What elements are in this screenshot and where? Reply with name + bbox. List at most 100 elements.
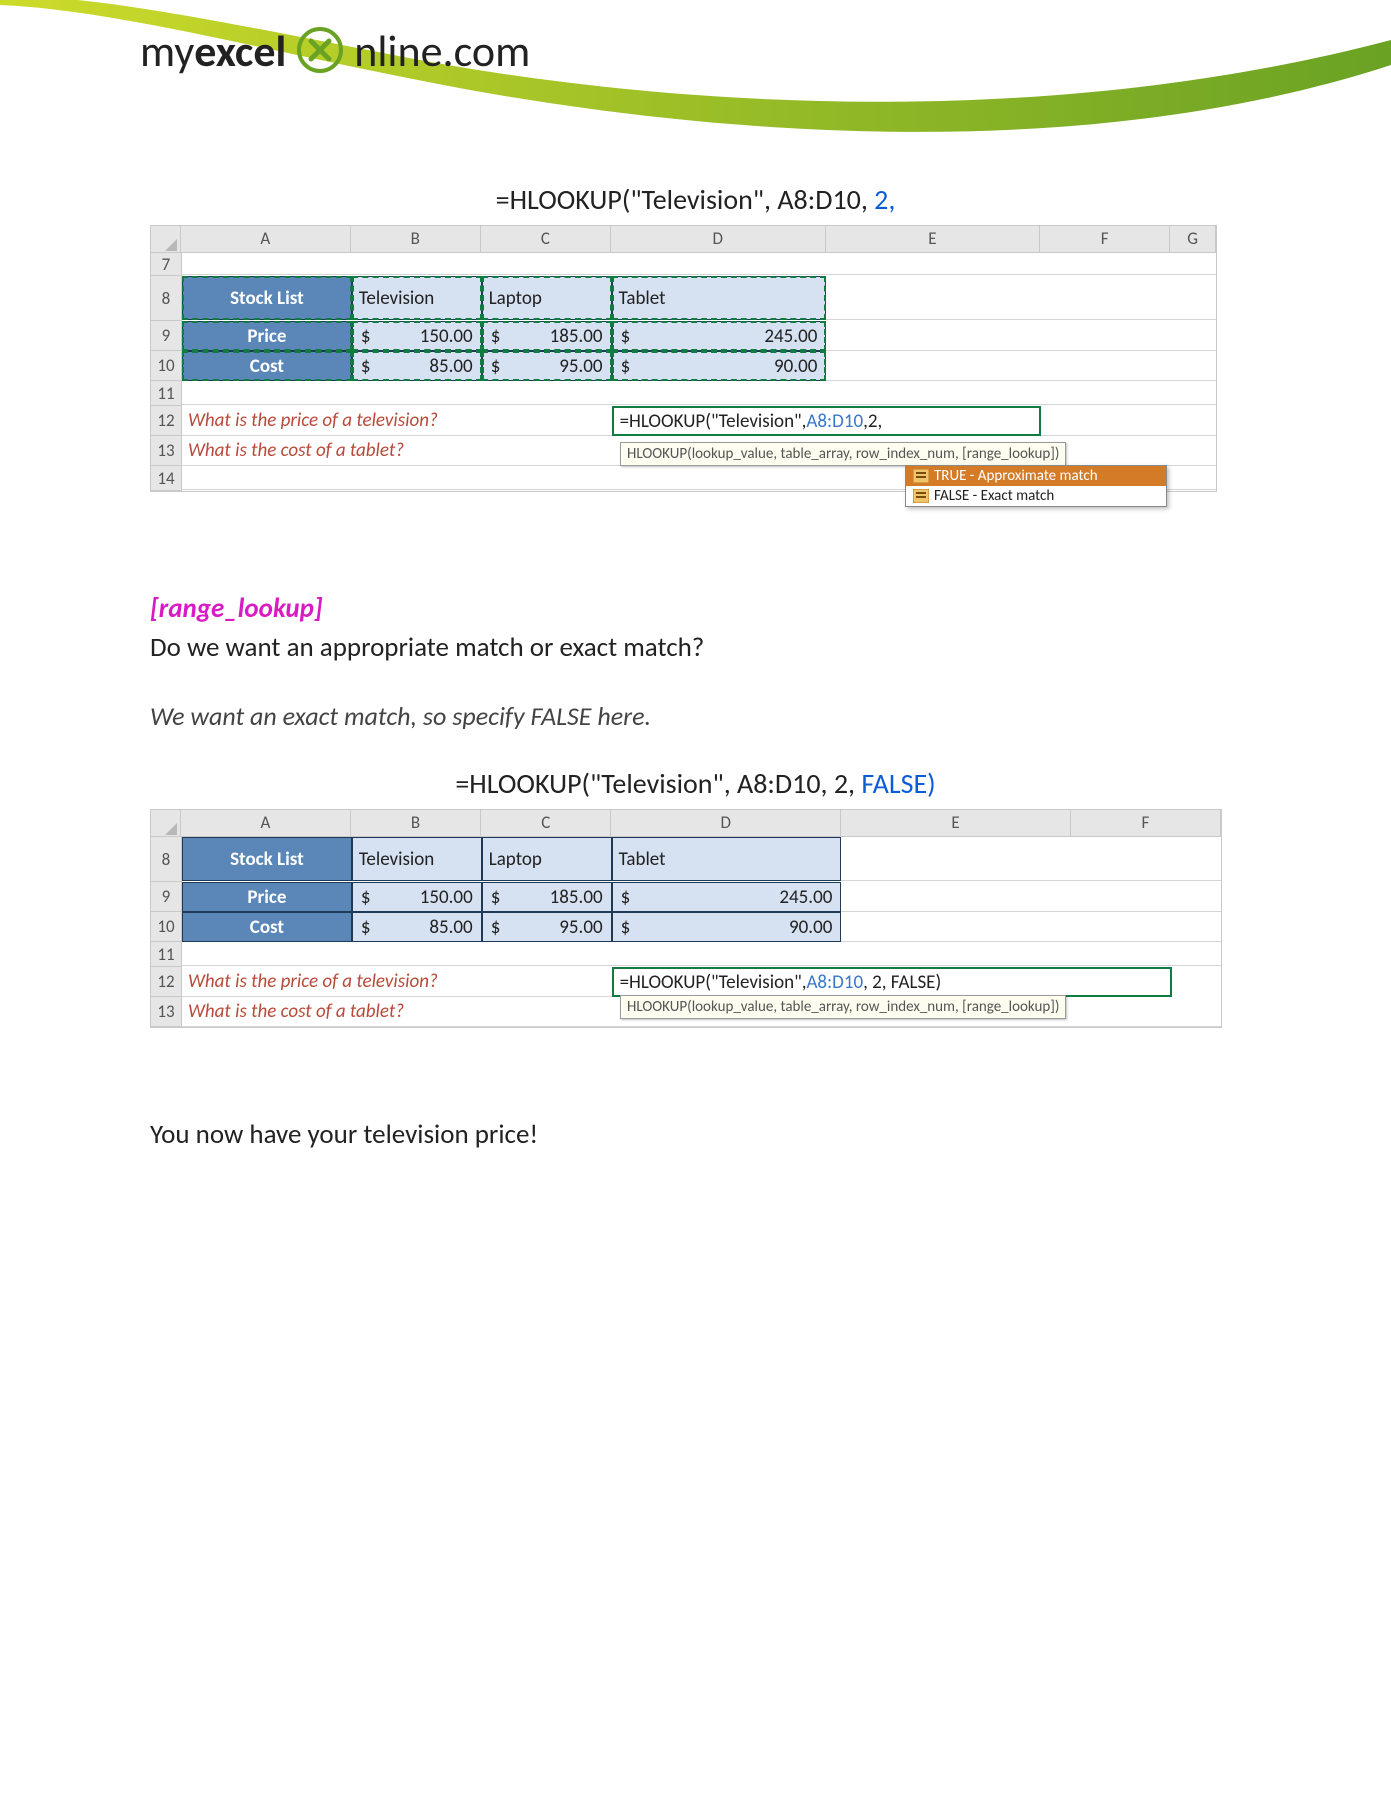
cell[interactable] (182, 942, 1221, 966)
col-D[interactable]: D (611, 810, 841, 836)
price-laptop[interactable]: $185.00 (482, 882, 612, 912)
col-E[interactable]: E (826, 226, 1041, 252)
question-1[interactable]: What is the price of a television? (182, 967, 612, 997)
cell[interactable] (841, 882, 1071, 912)
price-tablet[interactable]: $245.00 (612, 882, 842, 912)
cost-tv[interactable]: $85.00 (352, 912, 482, 942)
col-B[interactable]: B (351, 810, 481, 836)
question-2[interactable]: What is the cost of a tablet? (182, 997, 612, 1027)
cell[interactable] (1041, 321, 1171, 351)
cell[interactable] (1071, 882, 1221, 912)
cost-label[interactable]: Cost (182, 912, 352, 942)
row-9[interactable]: 9 (151, 882, 182, 912)
laptop-header[interactable]: Laptop (482, 837, 612, 881)
row-12[interactable]: 12 (151, 967, 182, 997)
select-all-corner[interactable] (151, 810, 181, 836)
cell[interactable] (1041, 406, 1216, 436)
cost-tv[interactable]: $85.00 (352, 351, 482, 381)
cell[interactable] (1041, 351, 1171, 381)
cell[interactable] (182, 253, 352, 275)
price-label[interactable]: Price (182, 321, 352, 351)
tv-header[interactable]: Television (352, 837, 482, 881)
autocomplete-dropdown[interactable]: TRUE - Approximate match FALSE - Exact m… (905, 465, 1167, 507)
option-icon (912, 488, 930, 504)
cell[interactable] (1171, 276, 1216, 320)
row-8[interactable]: 8 (151, 837, 182, 882)
cell[interactable] (182, 381, 352, 405)
cell[interactable] (1071, 912, 1221, 942)
cell[interactable] (826, 253, 1041, 275)
formula2-pre: =HLOOKUP("Television", A8:D10, 2, (455, 766, 861, 801)
select-all-corner[interactable] (151, 226, 181, 252)
cell[interactable] (612, 253, 827, 275)
cell[interactable] (1071, 837, 1221, 881)
price-laptop[interactable]: $185.00 (482, 321, 612, 351)
tv-header[interactable]: Television (352, 276, 482, 320)
row-13[interactable]: 13 (151, 997, 182, 1027)
cost-laptop[interactable]: $95.00 (482, 912, 612, 942)
cell[interactable] (1171, 351, 1216, 381)
row-11[interactable]: 11 (151, 942, 182, 967)
stock-list-header[interactable]: Stock List (182, 276, 352, 320)
function-tooltip: HLOOKUP(lookup_value, table_array, row_i… (620, 442, 1066, 466)
laptop-header[interactable]: Laptop (482, 276, 612, 320)
row-10[interactable]: 10 (151, 912, 182, 942)
price-tv[interactable]: $150.00 (352, 882, 482, 912)
row-7[interactable]: 7 (151, 253, 182, 276)
formula-being-typed[interactable]: =HLOOKUP("Television",A8:D10,2, (612, 406, 1042, 436)
col-B[interactable]: B (351, 226, 481, 252)
col-A[interactable]: A (181, 226, 351, 252)
cost-laptop[interactable]: $95.00 (482, 351, 612, 381)
cell[interactable] (352, 253, 482, 275)
cell[interactable] (352, 381, 482, 405)
cost-label[interactable]: Cost (182, 351, 352, 381)
row-14[interactable]: 14 (151, 466, 182, 491)
cell[interactable] (1041, 381, 1171, 405)
tablet-header[interactable]: Tablet (612, 837, 842, 881)
cell[interactable] (1171, 253, 1216, 275)
cell[interactable] (612, 381, 827, 405)
autocomplete-option-false[interactable]: FALSE - Exact match (906, 486, 1166, 506)
cell[interactable] (482, 253, 612, 275)
cell[interactable] (841, 837, 1071, 881)
cell[interactable] (826, 381, 1041, 405)
price-tablet[interactable]: $245.00 (612, 321, 827, 351)
col-C[interactable]: C (481, 810, 611, 836)
row-12[interactable]: 12 (151, 406, 182, 436)
cell[interactable] (1041, 253, 1171, 275)
col-E[interactable]: E (841, 810, 1071, 836)
tablet-header[interactable]: Tablet (612, 276, 827, 320)
cell[interactable] (826, 321, 1041, 351)
range-lookup-answer: We want an exact match, so specify FALSE… (150, 700, 1241, 732)
stock-list-header[interactable]: Stock List (182, 837, 352, 881)
autocomplete-option-true[interactable]: TRUE - Approximate match (906, 466, 1166, 486)
cost-tablet[interactable]: $90.00 (612, 351, 827, 381)
row-10[interactable]: 10 (151, 351, 182, 381)
question-1[interactable]: What is the price of a television? (182, 406, 612, 436)
formula-being-typed[interactable]: =HLOOKUP("Television", A8:D10, 2, FALSE) (612, 967, 1172, 997)
cell[interactable] (1171, 381, 1216, 405)
formula1-arg: 2, (874, 182, 895, 217)
row-13[interactable]: 13 (151, 436, 182, 466)
row-8[interactable]: 8 (151, 276, 182, 321)
col-A[interactable]: A (181, 810, 351, 836)
price-label[interactable]: Price (182, 882, 352, 912)
cell[interactable] (826, 351, 1041, 381)
col-F[interactable]: F (1040, 226, 1170, 252)
col-C[interactable]: C (481, 226, 611, 252)
row-9[interactable]: 9 (151, 321, 182, 351)
col-D[interactable]: D (611, 226, 826, 252)
row-11[interactable]: 11 (151, 381, 182, 406)
price-tv[interactable]: $150.00 (352, 321, 482, 351)
cell[interactable] (841, 912, 1071, 942)
cell[interactable] (1041, 276, 1171, 320)
col-F[interactable]: F (1071, 810, 1221, 836)
cost-tablet[interactable]: $90.00 (612, 912, 842, 942)
cell[interactable] (826, 276, 1041, 320)
cell[interactable] (1171, 321, 1216, 351)
question-2[interactable]: What is the cost of a tablet? (182, 436, 612, 466)
cell[interactable] (482, 381, 612, 405)
column-headers: A B C D E F G (151, 226, 1216, 253)
col-G[interactable]: G (1170, 226, 1216, 252)
range-lookup-label: [range_lookup] (150, 592, 1241, 625)
